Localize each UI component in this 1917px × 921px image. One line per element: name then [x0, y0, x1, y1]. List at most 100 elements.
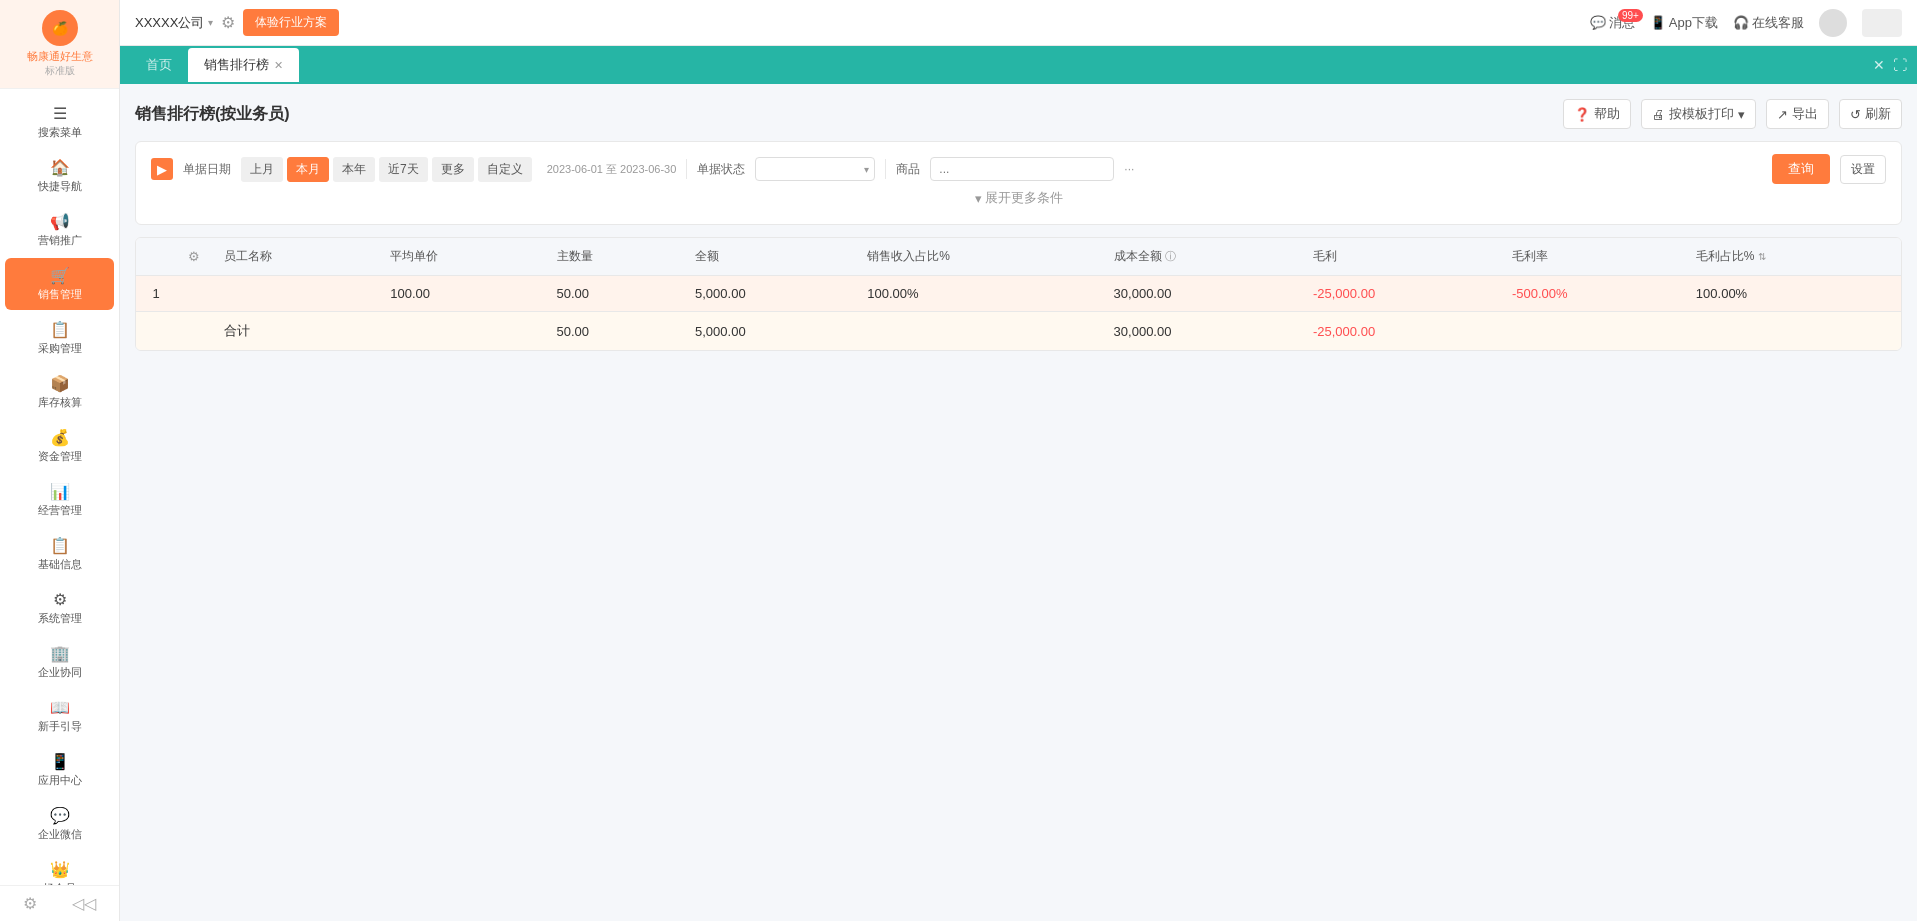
footer-profit-rate [1500, 312, 1684, 351]
setting-button[interactable]: 设置 [1840, 155, 1886, 184]
sidebar-system-label: 系统管理 [38, 611, 82, 626]
footer-empty-rank [136, 312, 176, 351]
expand-filters-button[interactable]: ▾ 展开更多条件 [156, 189, 1881, 207]
col-avg-price: 平均单价 [378, 238, 544, 276]
query-button[interactable]: 查询 [1772, 154, 1830, 184]
help-button[interactable]: ❓ 帮助 [1563, 99, 1631, 129]
cell-profit-pct: 100.00% [1684, 276, 1901, 312]
sidebar-item-app-center[interactable]: 📱应用中心 [5, 744, 114, 796]
online-service-link[interactable]: 🎧 在线客服 [1733, 14, 1804, 32]
footer-qty: 50.00 [545, 312, 684, 351]
footer-empty-settings [176, 312, 212, 351]
profit-pct-sort-icon[interactable]: ⇅ [1758, 251, 1766, 262]
footer-profit-pct [1684, 312, 1901, 351]
sidebar-item-marketing[interactable]: 📢营销推广 [5, 204, 114, 256]
tab-0[interactable]: 首页 [130, 48, 188, 82]
status-select[interactable] [755, 157, 875, 181]
date-range-display: 2023-06-01 至 2023-06-30 [547, 162, 677, 177]
sidebar-item-wechat[interactable]: 💬企业微信 [5, 798, 114, 850]
sidebar-sales-label: 销售管理 [38, 287, 82, 302]
sidebar-finance-label: 资金管理 [38, 449, 82, 464]
sidebar-operations-label: 经营管理 [38, 503, 82, 518]
sidebar-item-quick-nav[interactable]: 🏠快捷导航 [5, 150, 114, 202]
sidebar-purchase-label: 采购管理 [38, 341, 82, 356]
sidebar-item-finance[interactable]: 💰资金管理 [5, 420, 114, 472]
print-button[interactable]: 🖨 按模板打印 ▾ [1641, 99, 1756, 129]
sidebar-item-inventory[interactable]: 📦库存核算 [5, 366, 114, 418]
sidebar-item-sales[interactable]: 🛒销售管理 [5, 258, 114, 310]
user-avatar[interactable] [1819, 9, 1847, 37]
footer-cost: 30,000.00 [1102, 312, 1301, 351]
date-filter-label: 单据日期 [183, 161, 231, 178]
try-industry-button[interactable]: 体验行业方案 [243, 9, 339, 36]
column-settings-icon[interactable]: ⚙ [188, 249, 200, 264]
cell-cost: 30,000.00 [1102, 276, 1301, 312]
sidebar-item-system[interactable]: ⚙ 系统管理 [5, 582, 114, 634]
sidebar-operations-icon: 📊 [50, 482, 70, 501]
filter-toggle-button[interactable]: ▶ [151, 158, 173, 180]
col-rank [136, 238, 176, 276]
more-fields-indicator[interactable]: ··· [1124, 162, 1134, 176]
date-btn-custom[interactable]: 自定义 [478, 157, 532, 182]
sidebar-item-member[interactable]: 👑畅会员 [5, 852, 114, 885]
cell-profit-rate: -500.00% [1500, 276, 1684, 312]
export-label: 导出 [1792, 105, 1818, 123]
sidebar-system-icon: ⚙ [53, 590, 67, 609]
topbar-left: XXXXX公司 ▾ ⚙ 体验行业方案 [135, 9, 339, 36]
cost-help-icon[interactable]: ⓘ [1165, 250, 1176, 262]
col-profit-rate: 毛利率 [1500, 238, 1684, 276]
sidebar-item-purchase[interactable]: 📋采购管理 [5, 312, 114, 364]
sidebar-item-basic-info[interactable]: 📋基础信息 [5, 528, 114, 580]
app-download-link[interactable]: 📱 App下载 [1650, 14, 1718, 32]
company-selector[interactable]: XXXXX公司 ▾ [135, 14, 213, 32]
footer-amount: 5,000.00 [683, 312, 855, 351]
sidebar-marketing-label: 营销推广 [38, 233, 82, 248]
tab-1[interactable]: 销售排行榜 ✕ [188, 48, 299, 82]
cell-sales-pct: 100.00% [855, 276, 1101, 312]
col-cost: 成本全额 ⓘ [1102, 238, 1301, 276]
refresh-button[interactable]: ↺ 刷新 [1839, 99, 1902, 129]
col-settings[interactable]: ⚙ [176, 238, 212, 276]
tab-list: 首页销售排行榜 ✕ [130, 48, 1002, 82]
message-area[interactable]: 💬 消息 99+ [1590, 14, 1635, 32]
col-sales-pct: 销售收入占比% [855, 238, 1101, 276]
status-select-container [755, 157, 875, 181]
topbar-gear-icon[interactable]: ⚙ [221, 13, 235, 32]
page-header: 销售排行榜(按业务员) ❓ 帮助 🖨 按模板打印 ▾ ↗ 导出 ↺ 刷新 [135, 99, 1902, 129]
sidebar-item-operations[interactable]: 📊 经营管理 [5, 474, 114, 526]
sidebar-item-enterprise[interactable]: 🏢企业协同 [5, 636, 114, 688]
col-profit-pct: 毛利占比% ⇅ [1684, 238, 1901, 276]
collapse-icon[interactable]: ◁◁ [72, 894, 96, 913]
sidebar-member-icon: 👑 [50, 860, 70, 879]
sidebar-quick-nav-icon: 🏠 [50, 158, 70, 177]
settings-bottom-icon[interactable]: ⚙ [23, 894, 37, 913]
topbar: XXXXX公司 ▾ ⚙ 体验行业方案 💬 消息 99+ 📱 App下载 🎧 在线… [120, 0, 1917, 46]
date-btn-more[interactable]: 更多 [432, 157, 474, 182]
sidebar-basic-info-label: 基础信息 [38, 557, 82, 572]
user-name-area[interactable] [1862, 9, 1902, 37]
goods-input[interactable] [930, 157, 1114, 181]
close-window-icon[interactable]: ✕ [1873, 57, 1885, 73]
message-badge: 99+ [1618, 9, 1643, 22]
date-btn-last-month[interactable]: 上月 [241, 157, 283, 182]
data-table: ⚙ 员工名称 平均单价 主数量 全额 销售收入占比% 成本全额 ⓘ 毛利 毛利率 [136, 238, 1901, 350]
export-button[interactable]: ↗ 导出 [1766, 99, 1829, 129]
sidebar-item-guide[interactable]: 📖新手引导 [5, 690, 114, 742]
cell-amount: 5,000.00 [683, 276, 855, 312]
date-btn-this-year[interactable]: 本年 [333, 157, 375, 182]
cell-name [212, 276, 378, 312]
sidebar-item-search[interactable]: ☰搜索菜单 [5, 96, 114, 148]
company-name: XXXXX公司 [135, 14, 204, 32]
date-buttons: 上月 本月 本年 近7天 更多 自定义 [241, 157, 532, 182]
tab-close-1[interactable]: ✕ [274, 59, 283, 72]
maximize-icon[interactable]: ⛶ [1893, 57, 1907, 73]
sidebar-enterprise-icon: 🏢 [50, 644, 70, 663]
logo-text: 畅康通好生意 [27, 49, 93, 64]
main-area: XXXXX公司 ▾ ⚙ 体验行业方案 💬 消息 99+ 📱 App下载 🎧 在线… [120, 0, 1917, 921]
tab-label-1: 销售排行榜 [204, 56, 269, 74]
col-amount: 全额 [683, 238, 855, 276]
sidebar-bottom: ⚙ ◁◁ [0, 885, 119, 921]
date-btn-this-month[interactable]: 本月 [287, 157, 329, 182]
app-label: App下载 [1669, 14, 1718, 32]
date-btn-7days[interactable]: 近7天 [379, 157, 428, 182]
